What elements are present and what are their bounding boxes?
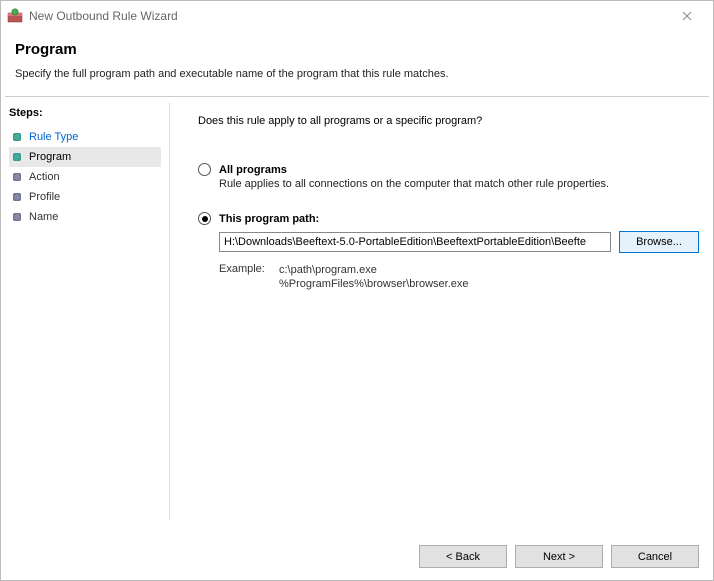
example-label: Example:	[219, 263, 279, 292]
step-bullet-icon	[13, 133, 21, 141]
step-label: Program	[29, 151, 71, 163]
wizard-header: Program Specify the full program path an…	[1, 31, 713, 96]
step-link[interactable]: Rule Type	[29, 131, 78, 143]
radio-this-program-group: This program path: Browse... Example: c:…	[198, 212, 699, 292]
browse-button[interactable]: Browse...	[619, 231, 699, 253]
close-button[interactable]	[667, 2, 707, 30]
step-rule-type[interactable]: Rule Type	[9, 127, 161, 147]
radio-all-programs-group: All programs Rule applies to all connect…	[198, 163, 699, 190]
wizard-content: Does this rule apply to all programs or …	[170, 97, 713, 526]
steps-label: Steps:	[9, 107, 161, 119]
step-profile[interactable]: Profile	[9, 187, 161, 207]
step-label: Action	[29, 171, 60, 183]
radio-this-program[interactable]	[198, 212, 211, 225]
cancel-button[interactable]: Cancel	[611, 545, 699, 568]
program-path-input[interactable]	[219, 232, 611, 252]
step-label: Name	[29, 211, 58, 223]
next-button[interactable]: Next >	[515, 545, 603, 568]
radio-all-programs[interactable]	[198, 163, 211, 176]
wizard-footer: < Back Next > Cancel	[419, 545, 699, 568]
page-title: Program	[15, 41, 699, 58]
back-button[interactable]: < Back	[419, 545, 507, 568]
step-bullet-icon	[13, 193, 21, 201]
step-bullet-icon	[13, 173, 21, 181]
radio-this-program-label[interactable]: This program path:	[219, 213, 319, 225]
radio-all-programs-desc: Rule applies to all connections on the c…	[219, 178, 699, 190]
steps-sidebar: Steps: Rule Type Program Action Profile …	[1, 97, 169, 526]
step-label: Profile	[29, 191, 60, 203]
page-subtitle: Specify the full program path and execut…	[15, 68, 699, 80]
step-program[interactable]: Program	[9, 147, 161, 167]
step-bullet-icon	[13, 153, 21, 161]
question-text: Does this rule apply to all programs or …	[198, 115, 699, 127]
example-text: c:\path\program.exe %ProgramFiles%\brows…	[279, 263, 469, 292]
window-title: New Outbound Rule Wizard	[29, 9, 667, 23]
firewall-icon	[7, 8, 23, 24]
step-action[interactable]: Action	[9, 167, 161, 187]
step-name[interactable]: Name	[9, 207, 161, 227]
step-bullet-icon	[13, 213, 21, 221]
radio-all-programs-label[interactable]: All programs	[219, 164, 287, 176]
titlebar: New Outbound Rule Wizard	[1, 1, 713, 31]
